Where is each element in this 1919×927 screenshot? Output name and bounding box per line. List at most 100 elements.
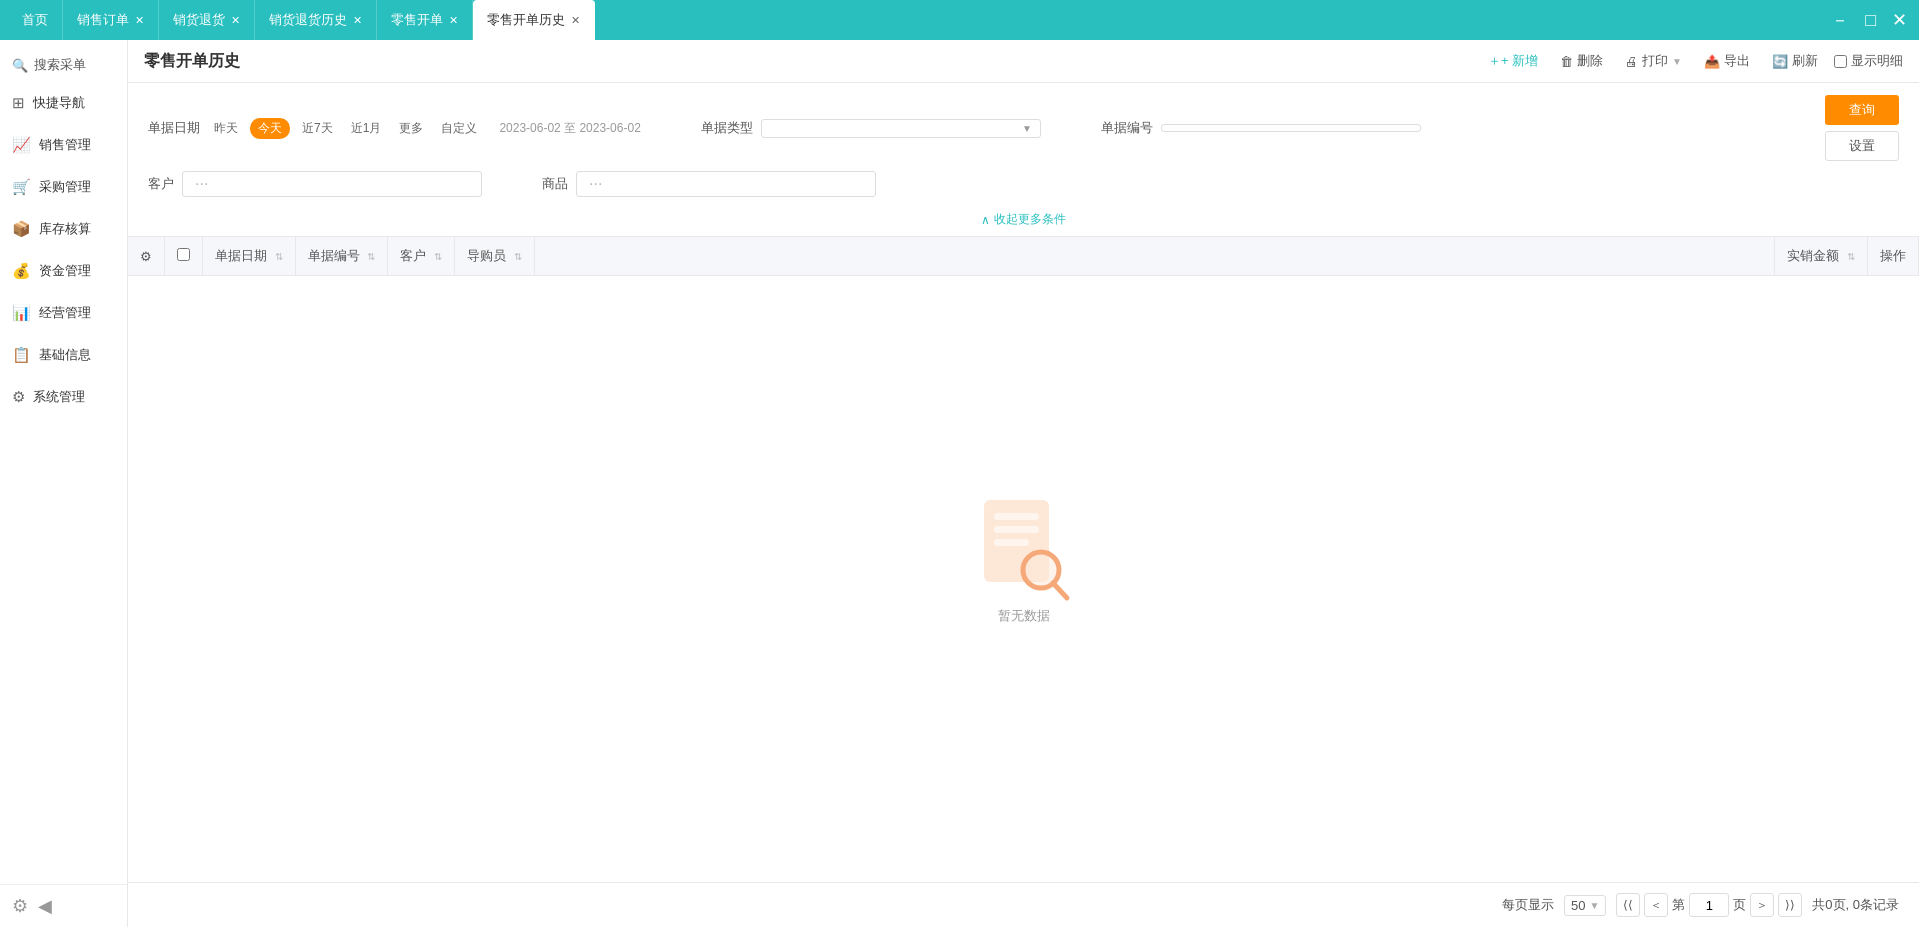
inventory-icon: 📦 xyxy=(12,220,31,238)
minimize-btn[interactable]: － xyxy=(1827,8,1853,32)
export-icon: 📤 xyxy=(1704,54,1720,69)
select-all-checkbox[interactable] xyxy=(177,248,190,261)
prev-page-btn[interactable]: ＜ xyxy=(1644,893,1668,917)
number-input[interactable] xyxy=(1161,124,1421,132)
page-size-select[interactable]: 50 ▼ xyxy=(1564,895,1606,916)
tab-close-retail-history[interactable]: ✕ xyxy=(571,14,580,27)
quick-nav-icon: ⊞ xyxy=(12,94,25,112)
date-options: 昨天 今天 近7天 近1月 更多 自定义 xyxy=(208,118,483,139)
pagination-bar: 每页显示 50 ▼ ⟨⟨ ＜ 第 页 ＞ ⟩⟩ 共0页, 0条记录 xyxy=(128,882,1919,927)
date-option-7days[interactable]: 近7天 xyxy=(296,118,339,139)
search-icon: 🔍 xyxy=(12,58,28,73)
tab-close-retail-open[interactable]: ✕ xyxy=(449,14,458,27)
main-layout: 🔍 搜索采单 ⊞ 快捷导航 📈 销售管理 🛒 采购管理 📦 库存核算 💰 资金管… xyxy=(0,40,1919,927)
filter-row-2: 客户 ··· 商品 ··· xyxy=(148,171,1899,197)
last-page-btn[interactable]: ⟩⟩ xyxy=(1778,893,1802,917)
goods-input[interactable]: ··· xyxy=(576,171,876,197)
page-size-arrow: ▼ xyxy=(1589,900,1599,911)
sidebar-item-finance[interactable]: 💰 资金管理 xyxy=(0,250,127,292)
th-spacer xyxy=(534,237,1775,276)
svg-rect-3 xyxy=(994,539,1029,546)
sort-date-icon: ⇅ xyxy=(275,251,283,262)
tab-close-sales-return[interactable]: ✕ xyxy=(231,14,240,27)
first-page-btn[interactable]: ⟨⟨ xyxy=(1616,893,1640,917)
finance-icon: 💰 xyxy=(12,262,31,280)
gear-icon[interactable]: ⚙ xyxy=(12,895,28,917)
date-option-yesterday[interactable]: 昨天 xyxy=(208,118,244,139)
print-button[interactable]: 🖨 打印 ▼ xyxy=(1619,48,1688,74)
date-option-more[interactable]: 更多 xyxy=(393,118,429,139)
type-select[interactable]: ▼ xyxy=(761,119,1041,138)
tab-retail-open[interactable]: 零售开单 ✕ xyxy=(377,0,473,40)
add-icon: ＋ xyxy=(1488,52,1501,70)
th-number[interactable]: 单据编号 ⇅ xyxy=(295,237,388,276)
th-settings[interactable]: ⚙ xyxy=(128,237,165,276)
sort-guide-icon: ⇅ xyxy=(514,251,522,262)
delete-button[interactable]: 🗑 删除 xyxy=(1554,48,1609,74)
table-header-row: ⚙ 单据日期 ⇅ 单据编号 ⇅ xyxy=(128,237,1919,276)
operations-icon: 📊 xyxy=(12,304,31,322)
setting-button[interactable]: 设置 xyxy=(1825,131,1899,161)
sidebar: 🔍 搜索采单 ⊞ 快捷导航 📈 销售管理 🛒 采购管理 📦 库存核算 💰 资金管… xyxy=(0,40,128,927)
sidebar-item-operations[interactable]: 📊 经营管理 xyxy=(0,292,127,334)
basic-info-icon: 📋 xyxy=(12,346,31,364)
tab-sales-return-history[interactable]: 销货退货历史 ✕ xyxy=(255,0,377,40)
tab-home[interactable]: 首页 xyxy=(8,0,63,40)
date-range-display: 2023-06-02 至 2023-06-02 xyxy=(499,120,640,137)
date-option-1month[interactable]: 近1月 xyxy=(345,118,388,139)
sidebar-item-basic-info[interactable]: 📋 基础信息 xyxy=(0,334,127,376)
close-btn[interactable]: ✕ xyxy=(1888,9,1911,31)
date-option-custom[interactable]: 自定义 xyxy=(435,118,483,139)
sales-mgmt-icon: 📈 xyxy=(12,136,31,154)
tab-retail-history[interactable]: 零售开单历史 ✕ xyxy=(473,0,595,40)
filter-row-1: 单据日期 昨天 今天 近7天 近1月 更多 自定义 2023-06-02 至 2… xyxy=(148,95,1899,161)
tab-sales-return[interactable]: 销货退货 ✕ xyxy=(159,0,255,40)
toolbar: 零售开单历史 ＋ + 新增 🗑 删除 🖨 打印 ▼ 📤 导出 xyxy=(128,40,1919,83)
trash-icon: 🗑 xyxy=(1560,54,1573,69)
sidebar-search[interactable]: 🔍 搜索采单 xyxy=(0,48,127,82)
total-count: 共0页, 0条记录 xyxy=(1812,896,1899,914)
print-icon: 🖨 xyxy=(1625,54,1638,69)
system-mgmt-icon: ⚙ xyxy=(12,388,25,406)
add-button[interactable]: ＋ + 新增 xyxy=(1482,48,1544,74)
page-number-input[interactable] xyxy=(1689,893,1729,917)
sidebar-item-quick-nav[interactable]: ⊞ 快捷导航 xyxy=(0,82,127,124)
purchase-mgmt-icon: 🛒 xyxy=(12,178,31,196)
window-controls: － □ ✕ xyxy=(1827,8,1911,32)
display-detail-check[interactable] xyxy=(1834,55,1847,68)
export-button[interactable]: 📤 导出 xyxy=(1698,48,1756,74)
sidebar-item-sales-mgmt[interactable]: 📈 销售管理 xyxy=(0,124,127,166)
sidebar-item-inventory[interactable]: 📦 库存核算 xyxy=(0,208,127,250)
empty-state: 暂无数据 xyxy=(974,495,1074,625)
per-page-label: 每页显示 xyxy=(1502,896,1554,914)
collapse-up-icon: ∧ xyxy=(981,213,990,227)
maximize-btn[interactable]: □ xyxy=(1861,10,1880,31)
table-wrapper: ⚙ 单据日期 ⇅ 单据编号 ⇅ xyxy=(128,237,1919,927)
query-button[interactable]: 查询 xyxy=(1825,95,1899,125)
goods-filter: 商品 ··· xyxy=(542,171,876,197)
sidebar-item-purchase-mgmt[interactable]: 🛒 采购管理 xyxy=(0,166,127,208)
date-option-today[interactable]: 今天 xyxy=(250,118,290,139)
type-select-arrow: ▼ xyxy=(1022,123,1032,134)
refresh-button[interactable]: 🔄 刷新 xyxy=(1766,48,1824,74)
th-date[interactable]: 单据日期 ⇅ xyxy=(203,237,296,276)
display-detail-checkbox[interactable]: 显示明细 xyxy=(1834,52,1903,70)
empty-text: 暂无数据 xyxy=(998,607,1050,625)
sort-amount-icon: ⇅ xyxy=(1847,251,1855,262)
tab-close-sales-order[interactable]: ✕ xyxy=(135,14,144,27)
th-guide[interactable]: 导购员 ⇅ xyxy=(454,237,534,276)
svg-line-5 xyxy=(1053,583,1067,598)
sidebar-item-system-mgmt[interactable]: ⚙ 系统管理 xyxy=(0,376,127,418)
th-amount[interactable]: 实销金额 ⇅ xyxy=(1775,237,1868,276)
sort-number-icon: ⇅ xyxy=(367,251,375,262)
tab-close-sales-return-history[interactable]: ✕ xyxy=(353,14,362,27)
next-page-btn[interactable]: ＞ xyxy=(1750,893,1774,917)
th-check[interactable] xyxy=(165,237,203,276)
svg-rect-1 xyxy=(994,513,1039,520)
customer-input[interactable]: ··· xyxy=(182,171,482,197)
refresh-icon: 🔄 xyxy=(1772,54,1788,69)
tab-sales-order[interactable]: 销售订单 ✕ xyxy=(63,0,159,40)
th-customer[interactable]: 客户 ⇅ xyxy=(388,237,455,276)
collapse-bar[interactable]: ∧ 收起更多条件 xyxy=(148,207,1899,228)
collapse-sidebar-icon[interactable]: ◀ xyxy=(38,895,52,917)
